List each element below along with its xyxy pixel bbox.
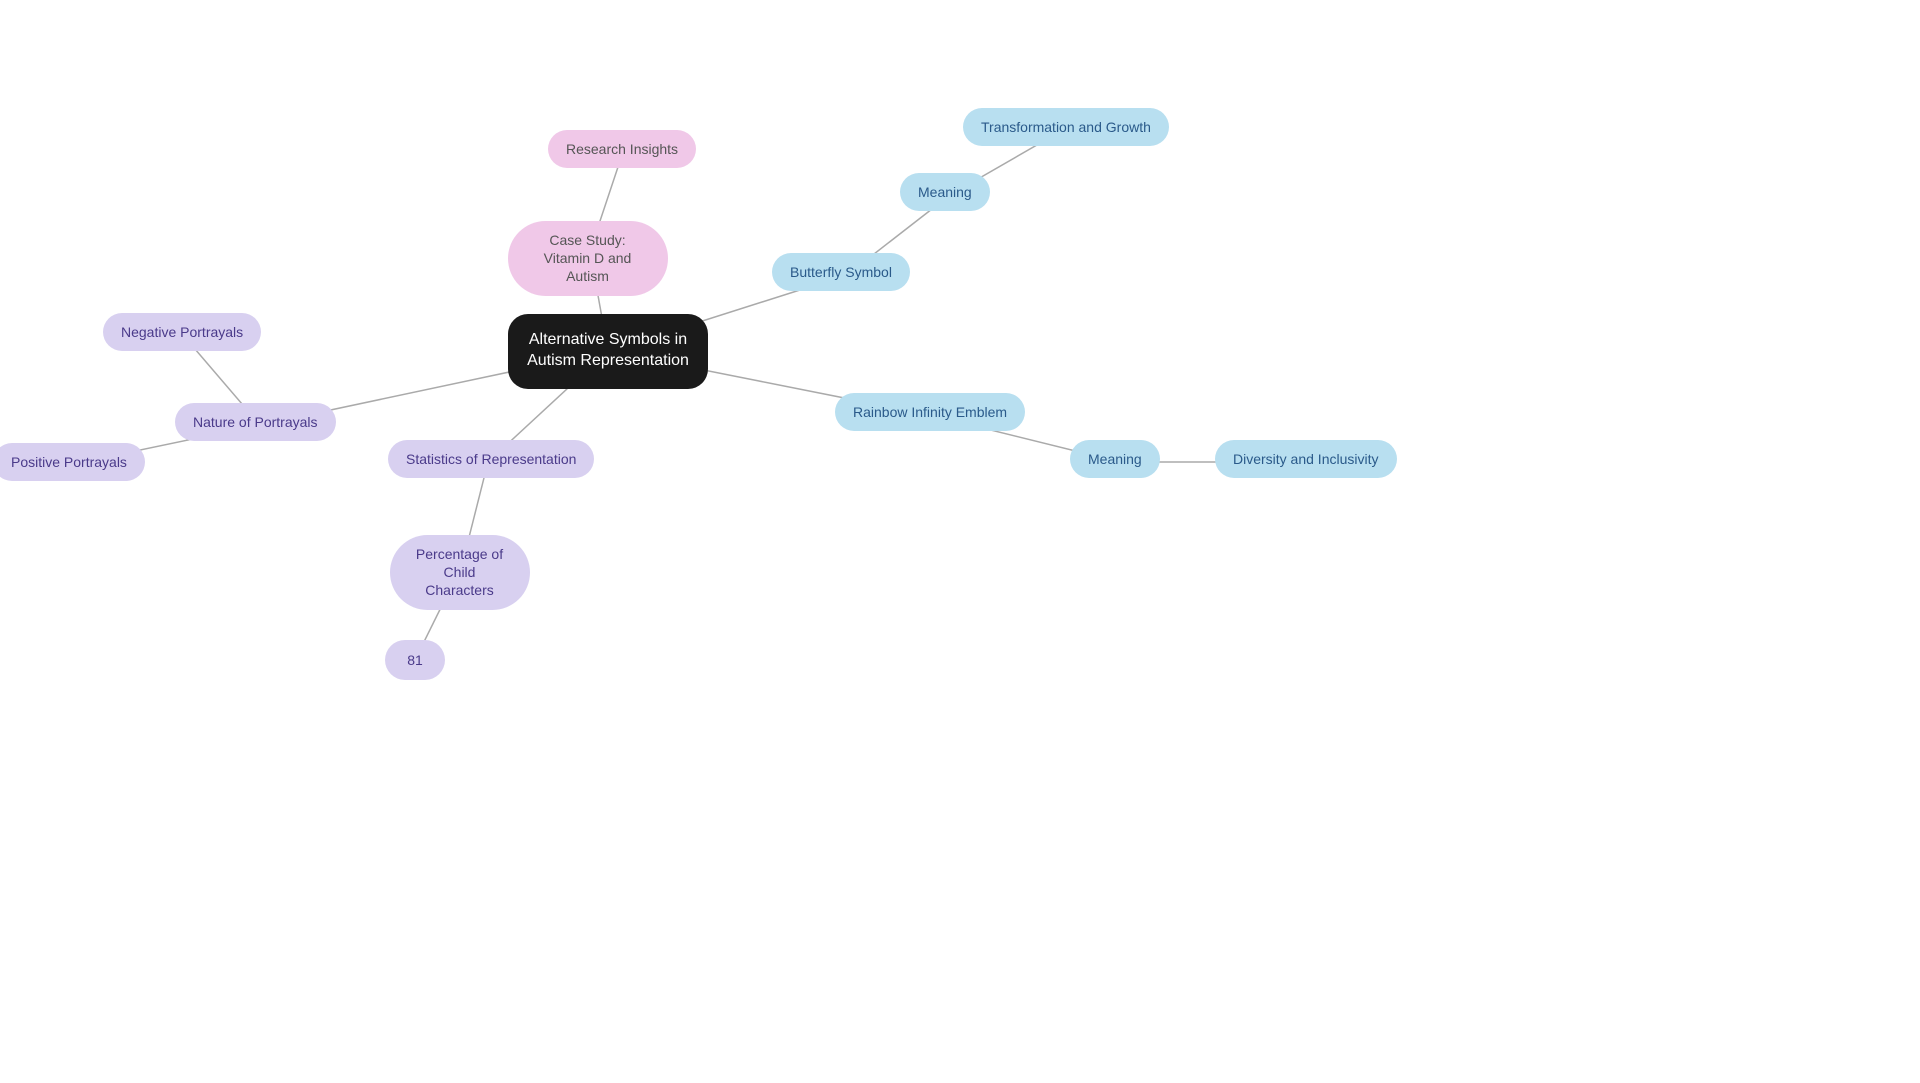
negative-portrayals-node[interactable]: Negative Portrayals bbox=[103, 313, 261, 351]
research-insights-label: Research Insights bbox=[566, 140, 678, 158]
meaning-butterfly-node[interactable]: Meaning bbox=[900, 173, 990, 211]
connection-lines bbox=[0, 0, 1920, 1083]
research-insights-node[interactable]: Research Insights bbox=[548, 130, 696, 168]
meaning-butterfly-label: Meaning bbox=[918, 183, 972, 201]
case-study-label: Case Study: Vitamin D and Autism bbox=[526, 231, 650, 286]
transformation-and-growth-label: Transformation and Growth bbox=[981, 118, 1151, 136]
nature-of-portrayals-node[interactable]: Nature of Portrayals bbox=[175, 403, 336, 441]
rainbow-infinity-emblem-label: Rainbow Infinity Emblem bbox=[853, 403, 1007, 421]
positive-portrayals-label: Positive Portrayals bbox=[11, 453, 127, 471]
percentage-of-child-characters-label: Percentage of Child Characters bbox=[408, 545, 512, 600]
central-node[interactable]: Alternative Symbols in Autism Representa… bbox=[508, 314, 708, 389]
statistics-of-representation-node[interactable]: Statistics of Representation bbox=[388, 440, 594, 478]
percentage-of-child-characters-node[interactable]: Percentage of Child Characters bbox=[390, 535, 530, 610]
number-81-label: 81 bbox=[407, 651, 423, 669]
diversity-and-inclusivity-node[interactable]: Diversity and Inclusivity bbox=[1215, 440, 1397, 478]
butterfly-symbol-node[interactable]: Butterfly Symbol bbox=[772, 253, 910, 291]
rainbow-infinity-emblem-node[interactable]: Rainbow Infinity Emblem bbox=[835, 393, 1025, 431]
case-study-node[interactable]: Case Study: Vitamin D and Autism bbox=[508, 221, 668, 296]
butterfly-symbol-label: Butterfly Symbol bbox=[790, 263, 892, 281]
meaning-rainbow-label: Meaning bbox=[1088, 450, 1142, 468]
positive-portrayals-node[interactable]: Positive Portrayals bbox=[0, 443, 145, 481]
nature-of-portrayals-label: Nature of Portrayals bbox=[193, 413, 318, 431]
mindmap-container: Alternative Symbols in Autism Representa… bbox=[0, 0, 1920, 1083]
central-node-label: Alternative Symbols in Autism Representa… bbox=[526, 330, 690, 372]
transformation-and-growth-node[interactable]: Transformation and Growth bbox=[963, 108, 1169, 146]
diversity-and-inclusivity-label: Diversity and Inclusivity bbox=[1233, 450, 1379, 468]
negative-portrayals-label: Negative Portrayals bbox=[121, 323, 243, 341]
number-81-node[interactable]: 81 bbox=[385, 640, 445, 680]
statistics-of-representation-label: Statistics of Representation bbox=[406, 450, 576, 468]
meaning-rainbow-node[interactable]: Meaning bbox=[1070, 440, 1160, 478]
